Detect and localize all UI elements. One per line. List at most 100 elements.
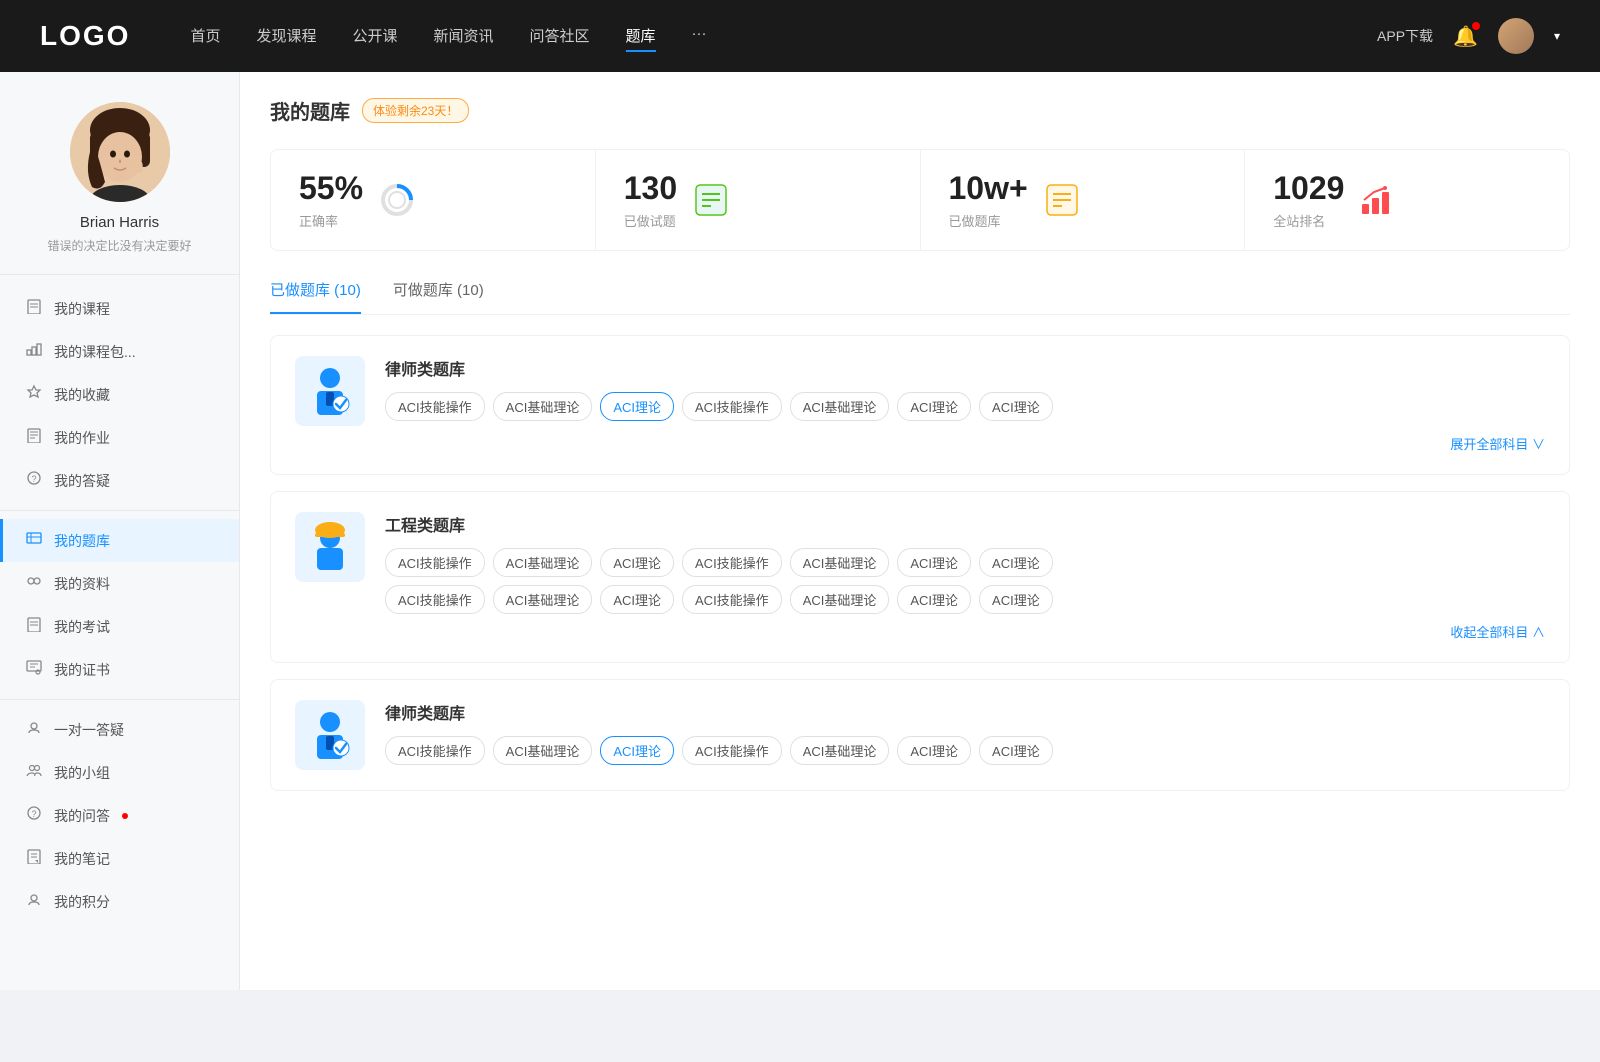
tag-e2-3[interactable]: ACI技能操作 bbox=[682, 585, 782, 614]
sidebar-item-one-to-one[interactable]: 一对一答疑 bbox=[0, 708, 239, 751]
tag-1[interactable]: ACI基础理论 bbox=[493, 392, 593, 421]
user-menu-chevron[interactable]: ▾ bbox=[1554, 29, 1560, 43]
tag-e-4[interactable]: ACI基础理论 bbox=[790, 548, 890, 577]
main-content: 我的题库 体验剩余23天！ 55% 正确率 bbox=[240, 72, 1600, 990]
sidebar-item-question-bank[interactable]: 我的题库 bbox=[0, 519, 239, 562]
nav-question-bank[interactable]: 题库 bbox=[626, 21, 656, 52]
engineer-icon bbox=[305, 520, 355, 575]
stat-rank: 1029 全站排名 bbox=[1245, 150, 1569, 250]
group-icon bbox=[24, 762, 44, 783]
done-questions-icon bbox=[693, 182, 729, 218]
done-banks-icon bbox=[1044, 182, 1080, 218]
tag-0[interactable]: ACI技能操作 bbox=[385, 392, 485, 421]
stat-label-done-banks: 已做题库 bbox=[949, 211, 1028, 230]
bank-section-lawyer-2: 律师类题库 ACI技能操作 ACI基础理论 ACI理论 ACI技能操作 ACI基… bbox=[270, 679, 1570, 791]
sidebar-item-certificate[interactable]: 我的证书 bbox=[0, 648, 239, 691]
stat-text: 130 已做试题 bbox=[624, 170, 677, 230]
user-avatar[interactable] bbox=[1498, 18, 1534, 54]
collapse-link[interactable]: 收起全部科目 ∧ bbox=[1450, 625, 1545, 640]
tag-e2-5[interactable]: ACI理论 bbox=[897, 585, 971, 614]
sidebar-item-course-package[interactable]: 我的课程包... bbox=[0, 330, 239, 373]
stat-label-rank: 全站排名 bbox=[1273, 211, 1344, 230]
trial-badge: 体验剩余23天！ bbox=[362, 98, 469, 123]
profile-avatar bbox=[70, 102, 170, 202]
questions-icon: ? bbox=[24, 470, 44, 491]
sidebar-item-questions[interactable]: ? 我的答疑 bbox=[0, 459, 239, 502]
expand-link[interactable]: 展开全部科目 ∨ bbox=[1450, 437, 1545, 452]
engineer-icon-container bbox=[295, 512, 365, 582]
stat-done-banks: 10w+ 已做题库 bbox=[921, 150, 1246, 250]
bank-title-lawyer-2: 律师类题库 bbox=[385, 700, 1545, 724]
tag-l2-4[interactable]: ACI基础理论 bbox=[790, 736, 890, 765]
tag-e-0[interactable]: ACI技能操作 bbox=[385, 548, 485, 577]
nav-home[interactable]: 首页 bbox=[190, 21, 220, 52]
materials-icon bbox=[24, 573, 44, 594]
nav-discover[interactable]: 发现课程 bbox=[256, 21, 316, 52]
sidebar-label: 我的课程包... bbox=[54, 342, 136, 362]
nav-qa[interactable]: 问答社区 bbox=[530, 21, 590, 52]
bank-title-engineer: 工程类题库 bbox=[385, 512, 1545, 536]
sidebar-menu: 我的课程 我的课程包... 我的收藏 我的作业 bbox=[0, 287, 239, 923]
sidebar-item-homework[interactable]: 我的作业 bbox=[0, 416, 239, 459]
nav-more[interactable]: ··· bbox=[692, 21, 707, 52]
sidebar-label: 我的课程 bbox=[54, 299, 110, 319]
app-download-button[interactable]: APP下载 bbox=[1377, 26, 1433, 46]
bank-header-lawyer-2: 律师类题库 ACI技能操作 ACI基础理论 ACI理论 ACI技能操作 ACI基… bbox=[295, 700, 1545, 770]
main-nav: 首页 发现课程 公开课 新闻资讯 问答社区 题库 ··· bbox=[190, 21, 1377, 52]
tag-e-5[interactable]: ACI理论 bbox=[897, 548, 971, 577]
tab-available[interactable]: 可做题库 (10) bbox=[393, 279, 484, 314]
logo: LOGO bbox=[40, 20, 130, 52]
tag-3[interactable]: ACI技能操作 bbox=[682, 392, 782, 421]
notes-icon bbox=[24, 848, 44, 869]
tag-e2-1[interactable]: ACI基础理论 bbox=[493, 585, 593, 614]
tags-row: ACI技能操作 ACI基础理论 ACI理论 ACI技能操作 ACI基础理论 AC… bbox=[385, 392, 1545, 421]
tag-l2-6[interactable]: ACI理论 bbox=[979, 736, 1053, 765]
tag-e2-0[interactable]: ACI技能操作 bbox=[385, 585, 485, 614]
sidebar-label: 一对一答疑 bbox=[54, 720, 124, 740]
tag-4[interactable]: ACI基础理论 bbox=[790, 392, 890, 421]
tag-e-6[interactable]: ACI理论 bbox=[979, 548, 1053, 577]
notification-bell[interactable]: 🔔 bbox=[1453, 24, 1478, 49]
sidebar-item-exam[interactable]: 我的考试 bbox=[0, 605, 239, 648]
tag-e2-2[interactable]: ACI理论 bbox=[600, 585, 674, 614]
nav-news[interactable]: 新闻资讯 bbox=[434, 21, 494, 52]
bank-footer: 展开全部科目 ∨ bbox=[295, 434, 1545, 454]
sidebar-label: 我的题库 bbox=[54, 531, 110, 551]
tag-l2-2[interactable]: ACI理论 bbox=[600, 736, 674, 765]
sidebar-label: 我的收藏 bbox=[54, 385, 110, 405]
sidebar-item-notes[interactable]: 我的笔记 bbox=[0, 837, 239, 880]
tag-e-1[interactable]: ACI基础理论 bbox=[493, 548, 593, 577]
sidebar-item-favorites[interactable]: 我的收藏 bbox=[0, 373, 239, 416]
nav-open-course[interactable]: 公开课 bbox=[352, 21, 397, 52]
tag-l2-3[interactable]: ACI技能操作 bbox=[682, 736, 782, 765]
stat-value-rank: 1029 bbox=[1273, 170, 1344, 207]
sidebar-item-my-course[interactable]: 我的课程 bbox=[0, 287, 239, 330]
tag-e-3[interactable]: ACI技能操作 bbox=[682, 548, 782, 577]
tab-done[interactable]: 已做题库 (10) bbox=[270, 279, 361, 314]
sidebar-item-materials[interactable]: 我的资料 bbox=[0, 562, 239, 605]
bank-content: 律师类题库 ACI技能操作 ACI基础理论 ACI理论 ACI技能操作 ACI基… bbox=[385, 356, 1545, 421]
tag-l2-0[interactable]: ACI技能操作 bbox=[385, 736, 485, 765]
tag-e2-6[interactable]: ACI理论 bbox=[979, 585, 1053, 614]
tag-l2-1[interactable]: ACI基础理论 bbox=[493, 736, 593, 765]
sidebar-item-my-qa[interactable]: ? 我的问答 bbox=[0, 794, 239, 837]
certificate-icon bbox=[24, 659, 44, 680]
tag-e2-4[interactable]: ACI基础理论 bbox=[790, 585, 890, 614]
my-course-icon bbox=[24, 298, 44, 319]
tag-2[interactable]: ACI理论 bbox=[600, 392, 674, 421]
lawyer-icon bbox=[305, 364, 355, 419]
tags-row-2: ACI技能操作 ACI基础理论 ACI理论 ACI技能操作 ACI基础理论 AC… bbox=[385, 585, 1545, 614]
sidebar-item-group[interactable]: 我的小组 bbox=[0, 751, 239, 794]
stat-value-done-q: 130 bbox=[624, 170, 677, 207]
tag-e-2[interactable]: ACI理论 bbox=[600, 548, 674, 577]
tags-row-lawyer-2: ACI技能操作 ACI基础理论 ACI理论 ACI技能操作 ACI基础理论 AC… bbox=[385, 736, 1545, 765]
lawyer-icon-container-2 bbox=[295, 700, 365, 770]
favorites-icon bbox=[24, 384, 44, 405]
tag-6[interactable]: ACI理论 bbox=[979, 392, 1053, 421]
profile-section: Brian Harris 错误的决定比没有决定要好 bbox=[0, 102, 239, 275]
tag-5[interactable]: ACI理论 bbox=[897, 392, 971, 421]
lawyer-icon-container bbox=[295, 356, 365, 426]
sidebar-item-points[interactable]: 我的积分 bbox=[0, 880, 239, 923]
tag-l2-5[interactable]: ACI理论 bbox=[897, 736, 971, 765]
stat-label-done-q: 已做试题 bbox=[624, 211, 677, 230]
